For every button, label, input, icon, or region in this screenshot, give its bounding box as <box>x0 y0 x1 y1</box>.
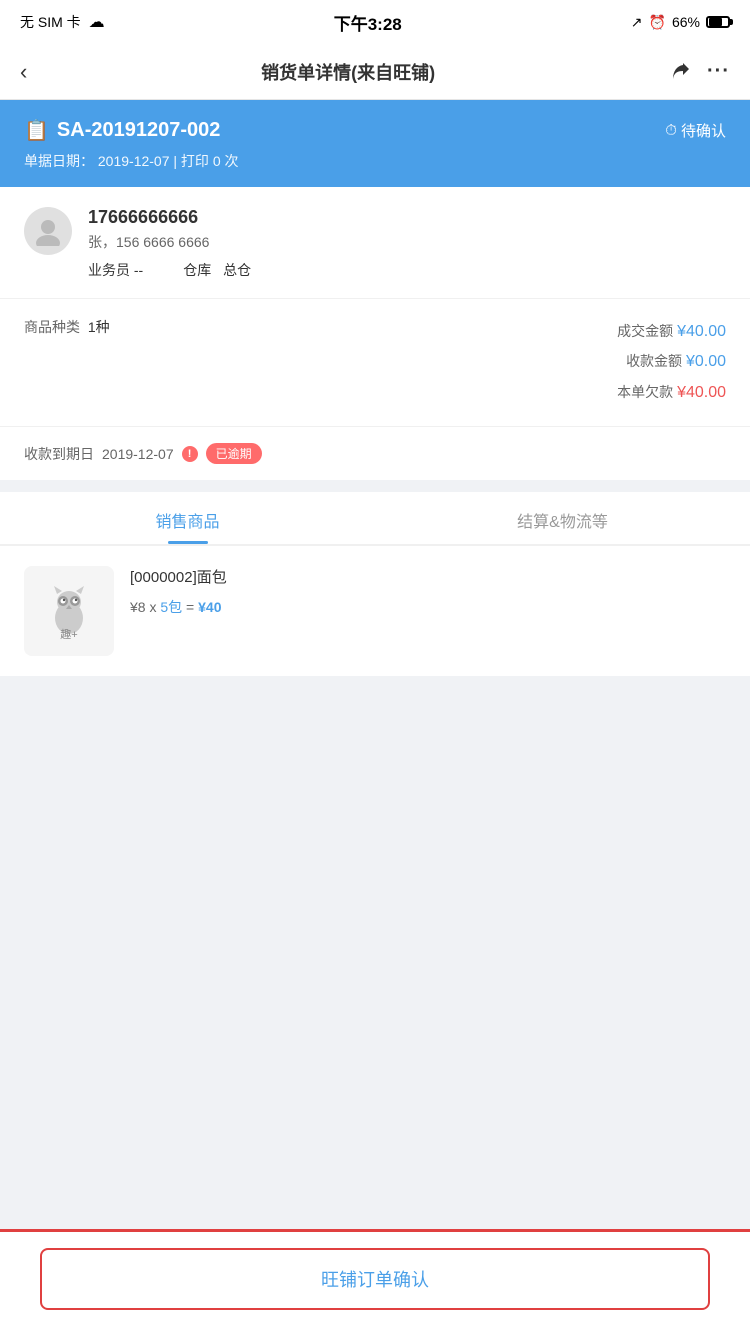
salesman-field: 业务员 -- <box>88 260 143 280</box>
product-qty: 5包 <box>160 599 182 615</box>
warehouse-value: 总仓 <box>223 262 251 278</box>
received-amount-row: 收款金额 ¥0.00 <box>617 347 726 377</box>
nav-actions: ··· <box>669 60 730 83</box>
customer-meta: 业务员 -- 仓库 总仓 <box>88 260 726 280</box>
customer-name: 张，156 6666 6666 <box>88 232 726 252</box>
price-label: ¥8 x <box>130 599 160 615</box>
balance-due-amount: ¥40.00 <box>677 384 726 401</box>
transaction-label: 成交金额 <box>617 323 673 339</box>
customer-card: 17666666666 张，156 6666 6666 业务员 -- 仓库 总仓… <box>0 187 750 480</box>
product-card: 趣+ [0000002]面包 ¥8 x 5包 = ¥40 <box>0 546 750 676</box>
status-time: 下午3:28 <box>334 10 402 35</box>
salesman-value: -- <box>134 262 143 278</box>
bottom-button-container: 旺铺订单确认 <box>0 1229 750 1334</box>
balance-due-row: 本单欠款 ¥40.00 <box>617 378 726 408</box>
order-status: ⏱ 待确认 <box>665 120 726 141</box>
nav-bar: ‹ 销货单详情(来自旺铺) ··· <box>0 44 750 100</box>
product-total: ¥40 <box>198 599 221 615</box>
status-right: ↗ ⏰ 66% <box>631 14 730 31</box>
due-date-label: 收款到期日 <box>24 444 94 464</box>
share-button[interactable] <box>669 61 691 83</box>
battery-percent: 66% <box>672 14 700 30</box>
product-image: 趣+ <box>24 566 114 656</box>
status-bar: 无 SIM 卡 ☁ 下午3:28 ↗ ⏰ 66% <box>0 0 750 44</box>
product-type-value: 1种 <box>88 319 110 335</box>
location-icon: ↗ <box>631 14 643 31</box>
due-date-value: 2019-12-07 <box>102 446 174 462</box>
transaction-amount-row: 成交金额 ¥40.00 <box>617 317 726 347</box>
avatar <box>24 207 72 255</box>
svg-text:趣+: 趣+ <box>60 627 77 641</box>
equals: = <box>182 599 198 615</box>
confirm-order-button[interactable]: 旺铺订单确认 <box>40 1248 710 1310</box>
tabs-section: 销售商品 结算&物流等 <box>0 492 750 546</box>
product-info: [0000002]面包 ¥8 x 5包 = ¥40 <box>130 566 726 617</box>
customer-phone: 17666666666 <box>88 207 726 228</box>
order-id: 📋 SA-20191207-002 <box>24 118 220 143</box>
received-amount: ¥0.00 <box>686 353 726 370</box>
page-title: 销货单详情(来自旺铺) <box>261 59 435 85</box>
warehouse-field: 仓库 总仓 <box>183 260 251 280</box>
warehouse-label: 仓库 <box>183 262 211 278</box>
status-left: 无 SIM 卡 ☁ <box>20 12 105 32</box>
sim-text: 无 SIM 卡 <box>20 12 81 32</box>
clock-icon: ⏱ <box>665 122 677 139</box>
product-list: 趣+ [0000002]面包 ¥8 x 5包 = ¥40 <box>0 546 750 676</box>
overdue-badge: 已逾期 <box>206 443 262 464</box>
customer-section: 17666666666 张，156 6666 6666 业务员 -- 仓库 总仓 <box>0 187 750 299</box>
summary-right: 成交金额 ¥40.00 收款金额 ¥0.00 本单欠款 ¥40.00 <box>617 317 726 408</box>
customer-info: 17666666666 张，156 6666 6666 业务员 -- 仓库 总仓 <box>88 207 726 280</box>
product-type-label: 商品种类 <box>24 319 80 335</box>
warning-icon: ! <box>182 446 198 462</box>
product-price: ¥8 x 5包 = ¥40 <box>130 597 726 617</box>
summary-section: 商品种类 1种 成交金额 ¥40.00 收款金额 ¥0.00 本单欠款 ¥40.… <box>0 299 750 427</box>
due-section: 收款到期日 2019-12-07 ! 已逾期 <box>0 427 750 480</box>
balance-due-label: 本单欠款 <box>617 384 673 400</box>
transaction-amount: ¥40.00 <box>677 323 726 340</box>
battery-icon <box>706 16 730 28</box>
alarm-icon: ⏰ <box>649 14 666 31</box>
doc-icon: 📋 <box>24 118 49 143</box>
bottom-area <box>0 688 750 938</box>
tab-settlement-logistics[interactable]: 结算&物流等 <box>375 492 750 544</box>
received-label: 收款金额 <box>626 353 682 369</box>
order-date: 单据日期： 2019-12-07 | 打印 0 次 <box>24 151 726 171</box>
summary-left: 商品种类 1种 <box>24 317 110 337</box>
tab-sales-products[interactable]: 销售商品 <box>0 492 375 544</box>
order-header: 📋 SA-20191207-002 ⏱ 待确认 单据日期： 2019-12-07… <box>0 100 750 187</box>
salesman-label: 业务员 <box>88 262 130 278</box>
more-button[interactable]: ··· <box>707 60 730 83</box>
wifi-icon: ☁ <box>89 12 105 32</box>
product-name: [0000002]面包 <box>130 566 726 587</box>
back-button[interactable]: ‹ <box>20 59 27 85</box>
